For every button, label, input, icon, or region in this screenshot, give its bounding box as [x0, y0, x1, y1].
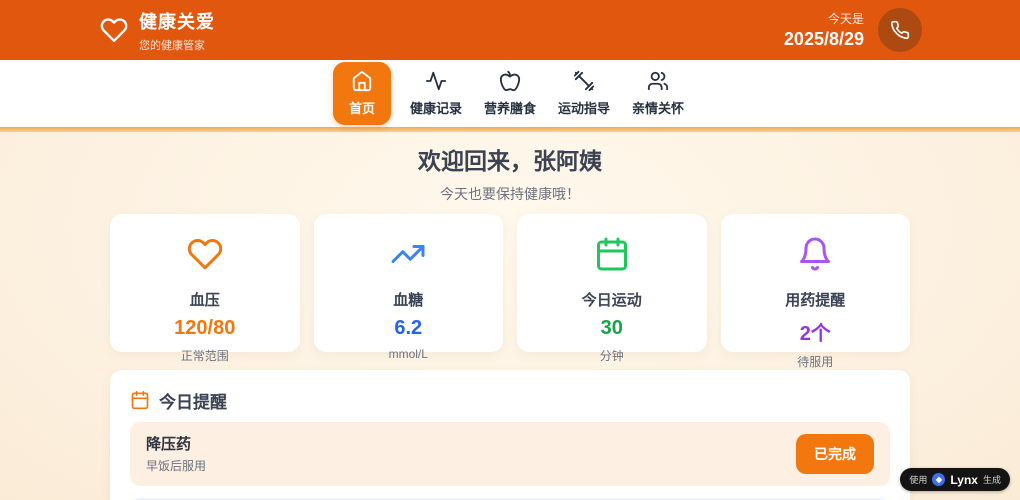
health-care-app: 健康关爱 您的健康管家 今天是 2025/8/29 首页 健康记录 营养膳食 运…: [0, 0, 1020, 500]
apple-icon: [499, 70, 521, 92]
main-nav: 首页 健康记录 营养膳食 运动指导 亲情关怀: [0, 60, 1020, 127]
nav-item-family-care[interactable]: 亲情关怀: [629, 62, 687, 125]
heart-icon: [187, 236, 223, 272]
stat-name: 用药提醒: [785, 292, 846, 309]
date-value: 2025/8/29: [783, 29, 864, 49]
stat-value: 2个: [799, 323, 831, 345]
stat-card-exercise: 今日运动 30 分钟: [517, 214, 707, 363]
date-block: 今天是 2025/8/29: [784, 10, 864, 50]
stat-card-medication: 用药提醒 2个 待服用: [720, 214, 910, 369]
stat-name: 血糖: [393, 292, 424, 309]
stat-value: 6.2: [394, 317, 423, 339]
brand-text: 健康关爱 您的健康管家: [139, 8, 215, 53]
reminder-item-medication: 降压药 早饭后服用 已完成: [130, 422, 890, 486]
stat-sub: mmol/L: [388, 347, 428, 361]
activity-icon: [425, 70, 447, 92]
trending-up-icon: [390, 236, 426, 272]
stat-card-blood-sugar: 血糖 6.2 mmol/L: [313, 214, 503, 361]
calendar-icon: [594, 236, 630, 272]
heart-logo-icon: [100, 16, 128, 44]
home-icon: [351, 70, 373, 92]
badge-suffix: 生成: [982, 475, 1001, 485]
calendar-icon: [130, 390, 150, 410]
app-title: 健康关爱: [139, 11, 215, 32]
reminders-title: 今日提醒: [159, 392, 227, 412]
header-right: 今天是 2025/8/29: [784, 8, 922, 52]
nav-item-health-records[interactable]: 健康记录: [407, 62, 465, 125]
reminder-name: 降压药: [146, 435, 192, 453]
bell-icon: [797, 236, 833, 272]
badge-brand: Lynx: [950, 472, 978, 487]
reminder-done-button[interactable]: 已完成: [796, 434, 874, 474]
stat-sub: 待服用: [797, 355, 834, 369]
stats-row: 血压 120/80 正常范围 血糖 6.2 mmol/L 今日运动 30 分钟: [110, 214, 910, 369]
date-label: 今天是: [827, 12, 864, 26]
badge-prefix: 使用: [909, 475, 928, 485]
users-icon: [647, 70, 669, 92]
nav-label: 健康记录: [410, 101, 463, 116]
reminder-note: 早饭后服用: [146, 458, 207, 473]
main-content: 欢迎回来，张阿姨 今天也要保持健康哦！ 血压 120/80 正常范围 血糖 6.…: [0, 132, 1020, 500]
nav-item-exercise[interactable]: 运动指导: [555, 62, 613, 125]
reminders-header: 今日提醒: [130, 390, 890, 412]
nav-label: 运动指导: [558, 101, 611, 116]
app-subtitle: 您的健康管家: [139, 39, 205, 52]
nav-label: 首页: [348, 101, 375, 116]
nav-item-nutrition[interactable]: 营养膳食: [481, 62, 539, 125]
today-reminders-card: 今日提醒 降压药 早饭后服用 已完成: [110, 370, 910, 500]
stat-value: 120/80: [174, 317, 236, 339]
reminder-text: 降压药 早饭后服用: [146, 435, 206, 474]
welcome-subtitle: 今天也要保持健康哦！: [440, 186, 580, 202]
lynx-generated-badge[interactable]: 使用 ◆ Lynx 生成: [900, 468, 1010, 491]
welcome-title: 欢迎回来，张阿姨: [418, 148, 602, 174]
nav-label: 营养膳食: [484, 101, 537, 116]
nav-item-home[interactable]: 首页: [333, 62, 391, 125]
stat-name: 血压: [189, 292, 220, 309]
phone-button[interactable]: [878, 8, 922, 52]
stat-sub: 分钟: [599, 349, 624, 363]
app-header: 健康关爱 您的健康管家 今天是 2025/8/29: [0, 0, 1020, 60]
lynx-logo-icon: ◆: [932, 473, 946, 486]
dumbbell-icon: [573, 70, 595, 92]
stat-value: 30: [600, 317, 623, 339]
phone-icon: [890, 20, 910, 40]
stat-name: 今日运动: [581, 292, 642, 309]
stat-sub: 正常范围: [180, 349, 229, 363]
nav-label: 亲情关怀: [632, 101, 685, 116]
app-brand: 健康关爱 您的健康管家: [100, 8, 215, 53]
stat-card-blood-pressure: 血压 120/80 正常范围: [110, 214, 300, 363]
